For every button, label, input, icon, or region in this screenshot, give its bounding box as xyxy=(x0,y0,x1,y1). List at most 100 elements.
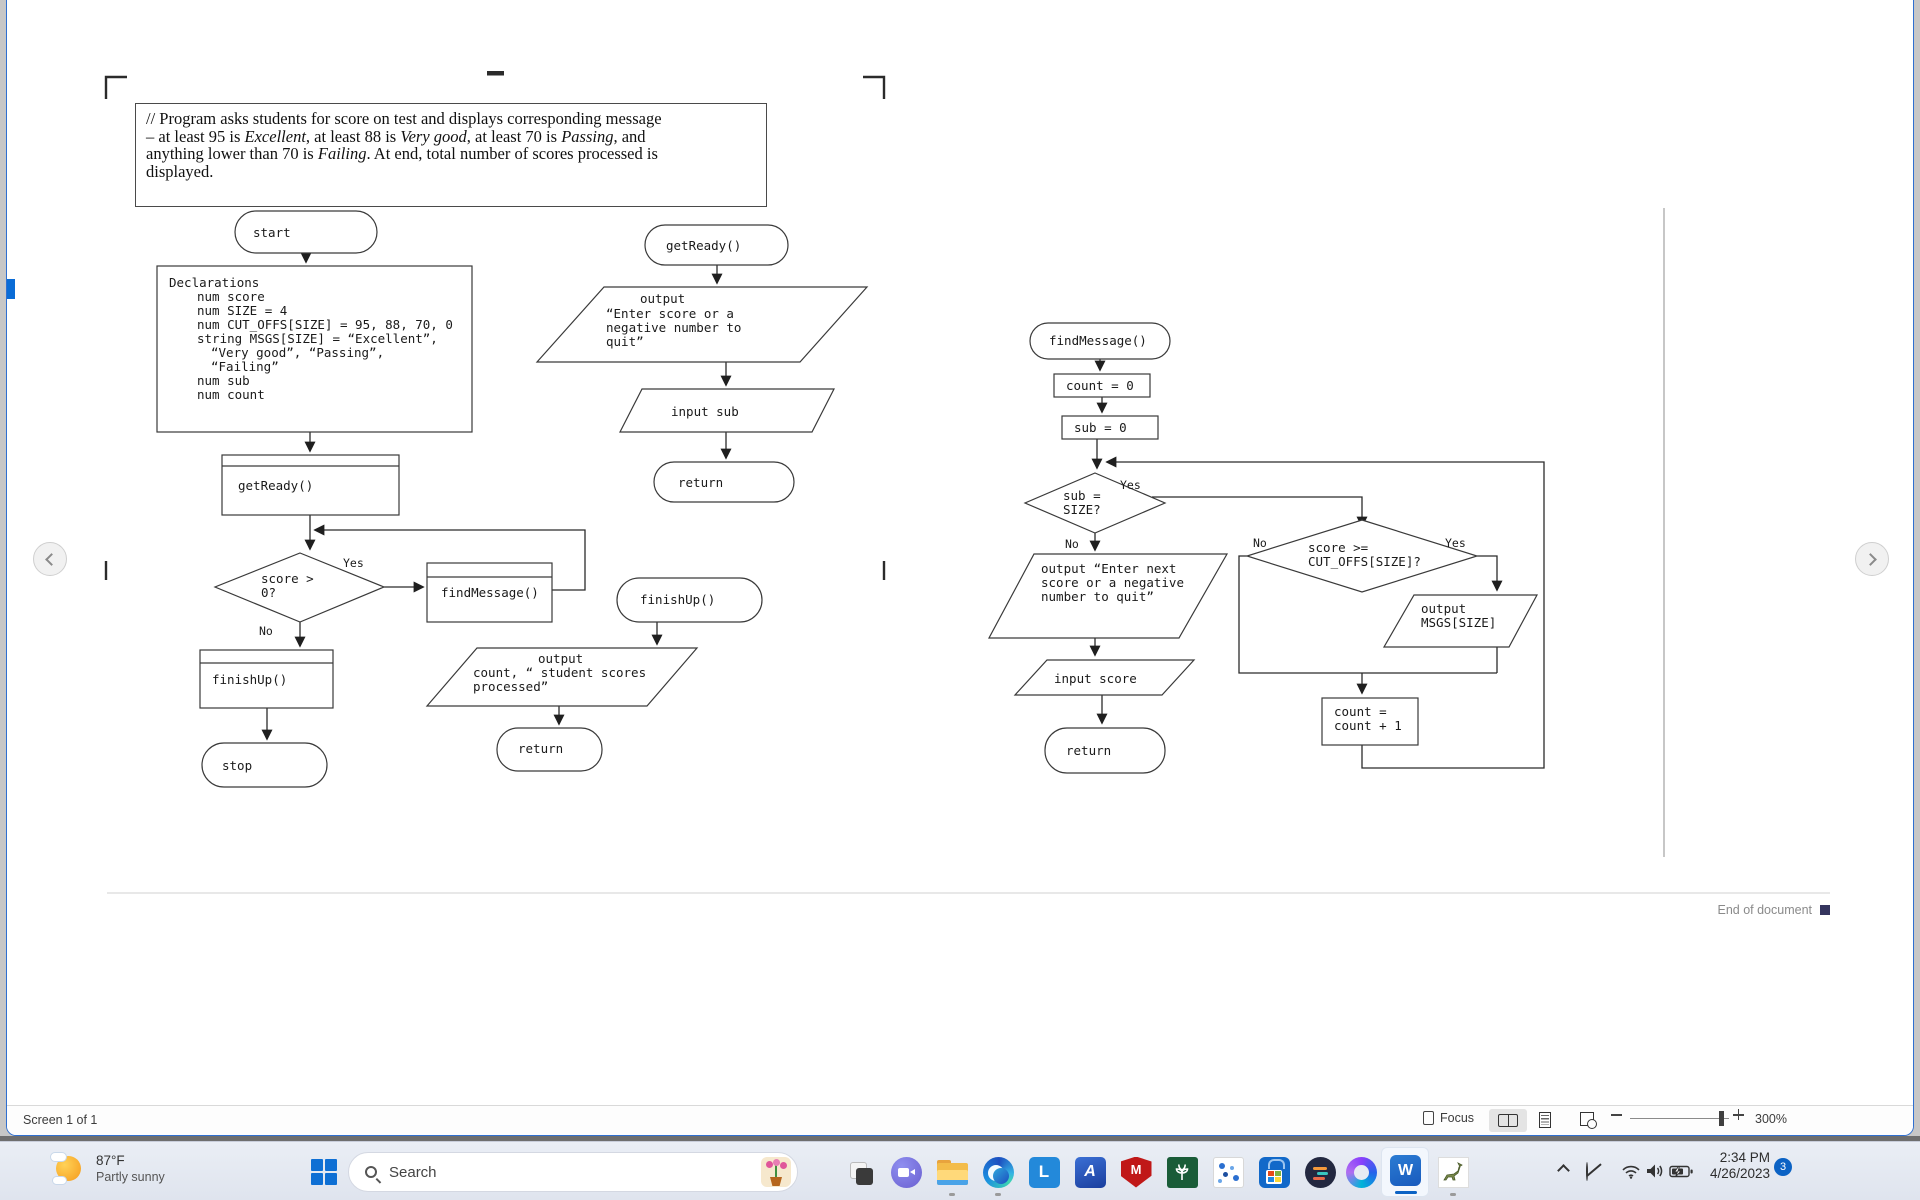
speaker-icon xyxy=(1647,1164,1663,1178)
battery-charging-icon xyxy=(1669,1165,1693,1178)
plant-app-button[interactable] xyxy=(1163,1153,1201,1191)
finishup-output-line: processed” xyxy=(473,679,548,694)
next-page-button[interactable] xyxy=(1855,542,1889,576)
screen-count-label: Screen 1 of 1 xyxy=(23,1113,98,1127)
search-box[interactable]: Search xyxy=(348,1152,798,1192)
yes-label: Yes xyxy=(1120,478,1141,492)
start-button[interactable] xyxy=(305,1153,343,1191)
dinosaur-image-icon xyxy=(1437,1156,1469,1188)
edge-browser-icon xyxy=(982,1156,1014,1188)
weather-temp: 87°F xyxy=(96,1153,125,1168)
focus-button[interactable]: Focus xyxy=(1423,1111,1474,1125)
web-layout-button[interactable] xyxy=(1580,1112,1597,1129)
app-window: File Tools View D - 2 G xyxy=(6,0,1914,1136)
search-icon xyxy=(365,1166,377,1178)
zoom-in-button[interactable] xyxy=(1733,1109,1744,1120)
zoom-out-button[interactable] xyxy=(1611,1114,1622,1116)
stop-label: stop xyxy=(222,758,252,773)
decision-subsize-line1: sub = xyxy=(1063,488,1101,503)
finishup-sub-title-label: finishUp() xyxy=(640,592,715,607)
output-msg-line: MSGS[SIZE] xyxy=(1421,615,1496,630)
screen: File Tools View D - 2 G xyxy=(0,0,1920,1200)
task-view-button[interactable] xyxy=(841,1153,879,1191)
getready-sub-return xyxy=(653,461,795,503)
chevron-left-icon xyxy=(45,552,58,566)
print-layout-button[interactable] xyxy=(1539,1112,1551,1128)
page-top-mark xyxy=(487,71,504,76)
input-score-label: input score xyxy=(1054,671,1137,686)
findmessage-return-label: return xyxy=(1066,743,1111,758)
sub0-label: sub = 0 xyxy=(1074,420,1127,435)
finishup-call-label: finishUp() xyxy=(212,672,287,687)
notification-badge[interactable]: 3 xyxy=(1774,1158,1792,1176)
partly-sunny-icon xyxy=(48,1150,86,1188)
comment-line: // Program asks students for score on te… xyxy=(146,109,662,128)
search-placeholder: Search xyxy=(389,1163,437,1181)
weather-condition: Partly sunny xyxy=(96,1170,165,1184)
tray-date: 4/26/2023 xyxy=(1709,1165,1770,1181)
wifi-button[interactable] xyxy=(1621,1164,1641,1184)
volume-button[interactable] xyxy=(1645,1163,1664,1184)
l-app-button[interactable]: L xyxy=(1025,1153,1063,1191)
getready-call-label: getReady() xyxy=(238,478,313,493)
battery-button[interactable] xyxy=(1669,1165,1694,1183)
no-label: No xyxy=(1065,537,1079,551)
status-bar: Screen 1 of 1 Focus xyxy=(7,1105,1913,1135)
yes-label: Yes xyxy=(343,556,364,570)
search-highlight-flowers-icon xyxy=(761,1157,791,1187)
findmessage-call-label: findMessage() xyxy=(441,585,539,600)
weather-widget[interactable]: 87°F Partly sunny xyxy=(48,1150,278,1188)
running-indicator xyxy=(949,1193,955,1196)
running-indicator xyxy=(1450,1193,1456,1196)
dinosaur-app-button[interactable] xyxy=(1434,1153,1472,1191)
do-not-disturb-button[interactable] xyxy=(1586,1162,1588,1181)
comment-line: anything lower than 70 is Failing. At en… xyxy=(146,144,658,164)
microsoft-store-icon xyxy=(1258,1156,1290,1188)
end-of-document-label: End of document xyxy=(1717,903,1812,917)
taskbar: 87°F Partly sunny Search L A M W 2:34 PM… xyxy=(0,1141,1920,1200)
read-mode-button[interactable] xyxy=(1489,1109,1527,1132)
findmessage-sub-title-label: findMessage() xyxy=(1049,333,1147,348)
mcafee-button[interactable]: M xyxy=(1117,1153,1155,1191)
decl-line: num count xyxy=(197,387,265,402)
clock[interactable]: 2:34 PM 4/26/2023 xyxy=(1710,1150,1770,1181)
flow-node-stop xyxy=(201,742,328,788)
getready-input-label: input sub xyxy=(671,404,739,419)
minus-icon xyxy=(1611,1114,1622,1116)
zoom-slider-handle[interactable] xyxy=(1719,1111,1724,1126)
chat-button[interactable] xyxy=(887,1153,925,1191)
tray-overflow-button[interactable] xyxy=(1557,1164,1570,1177)
comment-line: – at least 95 is Excellent, at least 88 … xyxy=(146,126,646,146)
document-area: start Declarations num score num SIZE = … xyxy=(7,0,1913,1105)
store-button[interactable] xyxy=(1255,1153,1293,1191)
paint-splatter-icon xyxy=(1212,1156,1244,1188)
focus-label: Focus xyxy=(1440,1111,1475,1125)
a-app-button[interactable]: A xyxy=(1071,1153,1109,1191)
decl-line: “Very good”, “Passing”, xyxy=(211,345,384,360)
folder-icon xyxy=(936,1159,968,1185)
previous-page-button[interactable] xyxy=(33,542,67,576)
finishup-return-label: return xyxy=(518,741,563,756)
zoom-slider-track[interactable] xyxy=(1630,1118,1729,1120)
globe-page-icon xyxy=(1580,1112,1597,1129)
getready-output-line: negative number to xyxy=(606,320,741,335)
end-of-document-marker xyxy=(1820,905,1830,915)
page-icon xyxy=(1539,1112,1551,1128)
plus-icon xyxy=(1733,1109,1744,1120)
file-explorer-button[interactable] xyxy=(933,1153,971,1191)
edge-button[interactable] xyxy=(979,1153,1017,1191)
plant-branch-icon xyxy=(1166,1156,1198,1188)
tray-time: 2:34 PM xyxy=(1719,1150,1770,1165)
getready-sub-title-label: getReady() xyxy=(666,238,741,253)
no-label: No xyxy=(1253,536,1267,550)
paint-app-button[interactable] xyxy=(1209,1153,1247,1191)
decl-line: num score xyxy=(197,289,265,304)
copilot-button[interactable] xyxy=(1342,1153,1380,1191)
audio-app-button[interactable] xyxy=(1301,1153,1339,1191)
no-label: No xyxy=(259,624,273,638)
word-app-button-active[interactable]: W xyxy=(1381,1147,1429,1197)
chevron-right-icon xyxy=(1864,552,1877,566)
notifications-off-icon xyxy=(1586,1162,1588,1181)
scroll-indicator xyxy=(7,279,15,299)
decision-score-line1: score > xyxy=(261,571,314,586)
